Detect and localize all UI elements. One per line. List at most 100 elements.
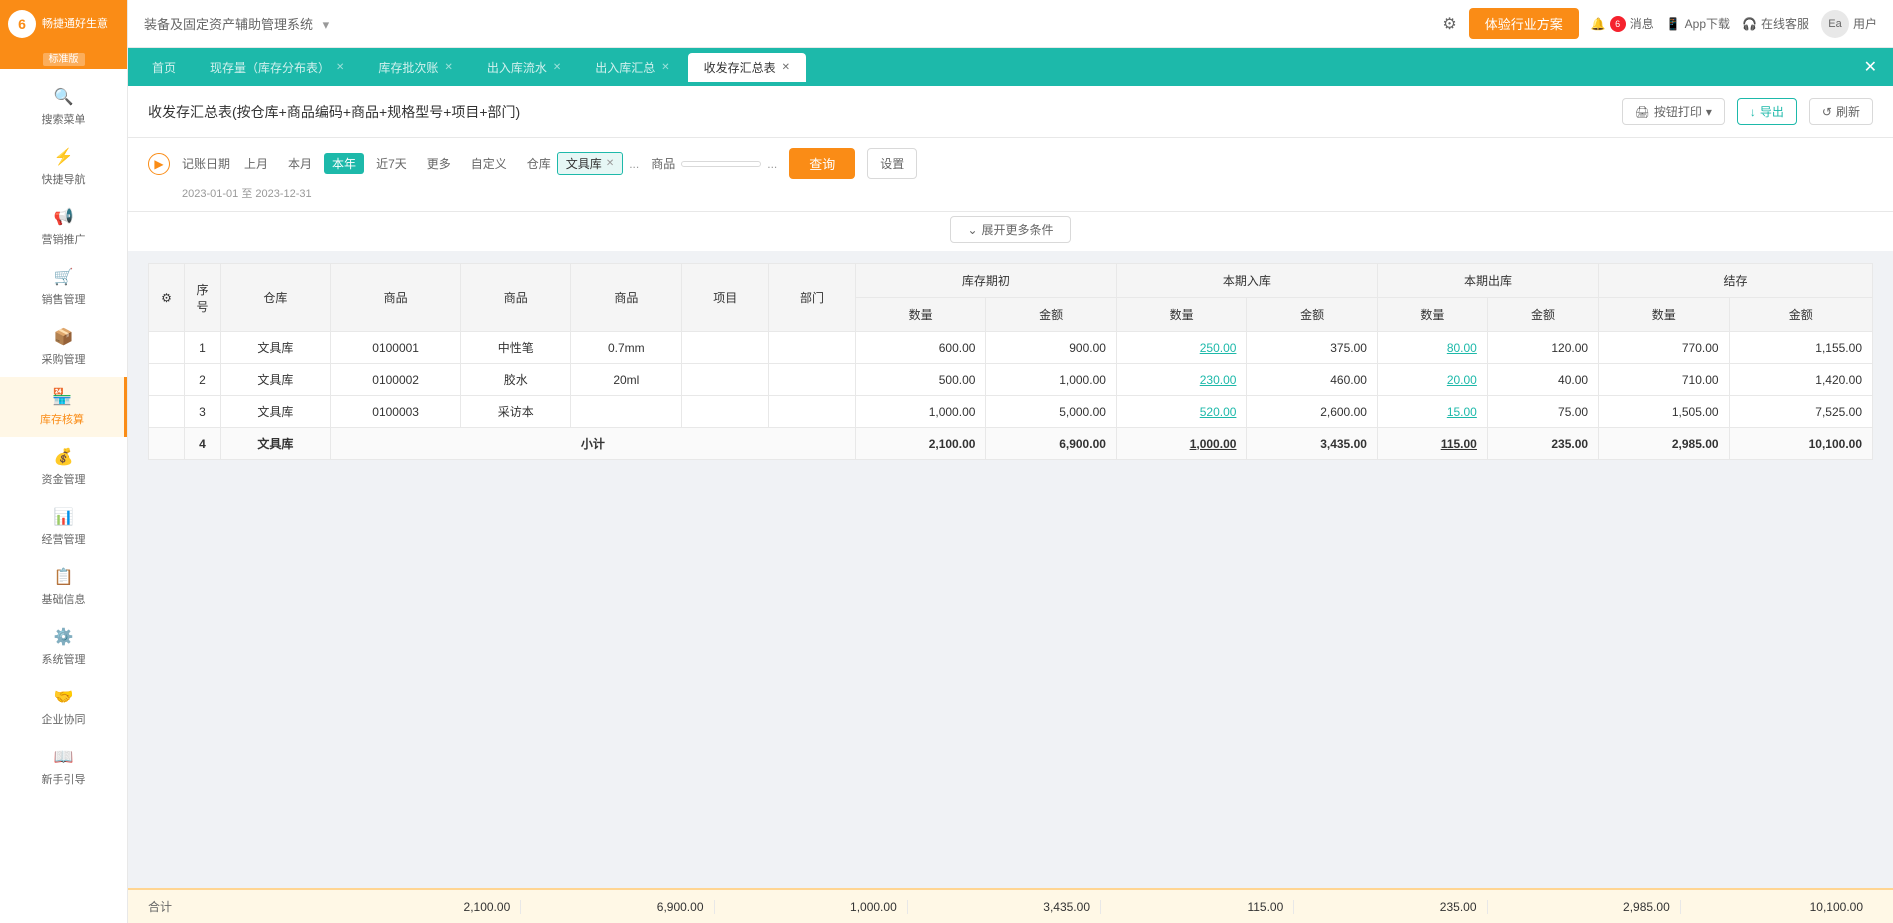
date-label: 记账日期	[182, 155, 230, 172]
sidebar-item-inventory[interactable]: 🏪 库存核算	[0, 377, 127, 437]
cell-in-qty[interactable]: 520.00	[1116, 396, 1247, 428]
warehouse-tag-close[interactable]: ✕	[606, 158, 614, 169]
refresh-icon: ↺	[1822, 105, 1832, 119]
cell-opening-amt: 900.00	[986, 332, 1117, 364]
tab-inout-flow[interactable]: 出入库流水 ✕	[471, 53, 577, 82]
purchase-icon: 📦	[54, 327, 74, 347]
sidebar-item-business[interactable]: 📊 经营管理	[0, 497, 127, 557]
sub-out-amt: 235.00	[1487, 428, 1598, 460]
trial-button[interactable]: 体验行业方案	[1469, 8, 1579, 39]
sidebar-item-sales[interactable]: 🛒 销售管理	[0, 257, 127, 317]
cell-no: 3	[185, 396, 221, 428]
chevron-down-icon: ▾	[1706, 105, 1712, 119]
sub-in-amt: 3,435.00	[1247, 428, 1378, 460]
sidebar-item-label: 快捷导航	[42, 171, 86, 187]
cell-out-qty[interactable]: 20.00	[1377, 364, 1487, 396]
online-service-item[interactable]: 🎧 在线客服	[1742, 15, 1809, 32]
tabbar-close-button[interactable]: ✕	[1856, 57, 1885, 77]
th-out: 本期出库	[1377, 264, 1598, 298]
footer-opening-amt: 6,900.00	[521, 900, 714, 914]
sidebar-item-label: 企业协同	[42, 711, 86, 727]
cell-department	[769, 396, 856, 428]
refresh-button[interactable]: ↺ 刷新	[1809, 98, 1873, 125]
notification-item[interactable]: 🔔 6 6 消息	[1591, 15, 1654, 32]
tab-batch[interactable]: 库存批次账 ✕	[362, 53, 468, 82]
cell-department	[769, 332, 856, 364]
tab-inout-sum-close[interactable]: ✕	[661, 62, 669, 73]
tab-inout-flow-close[interactable]: ✕	[553, 62, 561, 73]
cell-goods-spec: 0.7mm	[571, 332, 682, 364]
cell-warehouse: 文具库	[221, 364, 331, 396]
cell-in-amt: 2,600.00	[1247, 396, 1378, 428]
cell-check[interactable]	[149, 332, 185, 364]
cell-opening-qty: 500.00	[855, 364, 986, 396]
tab-home[interactable]: 首页	[136, 53, 192, 82]
sidebar-item-base[interactable]: 📋 基础信息	[0, 557, 127, 617]
print-button[interactable]: 🖨 按钮打印 ▾	[1622, 98, 1725, 125]
tab-stock-dist[interactable]: 现存量（库存分布表） ✕	[194, 53, 360, 82]
settings-button[interactable]: ⚙	[1442, 14, 1456, 34]
cell-goods-spec: 20ml	[571, 364, 682, 396]
table-settings-icon[interactable]: ⚙	[161, 291, 172, 305]
sub-in-qty[interactable]: 1,000.00	[1116, 428, 1247, 460]
cell-out-amt: 120.00	[1487, 332, 1598, 364]
sidebar-item-purchase[interactable]: 📦 采购管理	[0, 317, 127, 377]
expand-more-button[interactable]: ⌄ 展开更多条件	[950, 216, 1070, 243]
date-btn-more[interactable]: 更多	[419, 153, 459, 174]
guide-icon: 📖	[54, 747, 74, 767]
tab-collect-sum-close[interactable]: ✕	[782, 62, 790, 73]
date-btn-this-month[interactable]: 本月	[280, 153, 320, 174]
user-item[interactable]: Ea 用户	[1821, 10, 1877, 38]
th-no: 序号	[185, 264, 221, 332]
goods-input[interactable]	[681, 161, 761, 167]
tab-collect-sum[interactable]: 收发存汇总表 ✕	[688, 53, 806, 82]
tab-inout-sum[interactable]: 出入库汇总 ✕	[579, 53, 685, 82]
sidebar-item-search[interactable]: 🔍 搜索菜单	[0, 77, 127, 137]
sidebar-item-label: 库存核算	[40, 411, 84, 427]
cell-in-amt: 375.00	[1247, 332, 1378, 364]
filter-settings-button[interactable]: 设置	[867, 148, 917, 179]
sub-balance-amt: 10,100.00	[1729, 428, 1872, 460]
th-settings[interactable]: ⚙	[149, 264, 185, 332]
cell-check[interactable]	[149, 396, 185, 428]
th-goods-code: 商品	[330, 264, 461, 332]
query-button[interactable]: 查询	[789, 148, 855, 179]
sidebar-item-system[interactable]: ⚙️ 系统管理	[0, 617, 127, 677]
cell-in-amt: 460.00	[1247, 364, 1378, 396]
sidebar-item-marketing[interactable]: 📢 营销推广	[0, 197, 127, 257]
cell-check[interactable]	[149, 364, 185, 396]
sidebar-item-finance[interactable]: 💰 资金管理	[0, 437, 127, 497]
main-area: 装备及固定资产辅助管理系统 ▾ ⚙ 体验行业方案 🔔 6 6 消息 📱 App下…	[128, 0, 1893, 923]
date-btn-last-month[interactable]: 上月	[236, 153, 276, 174]
cell-project	[682, 396, 769, 428]
sidebar-item-quick-nav[interactable]: ⚡ 快捷导航	[0, 137, 127, 197]
tab-batch-close[interactable]: ✕	[444, 62, 452, 73]
cell-out-qty[interactable]: 80.00	[1377, 332, 1487, 364]
date-btn-7days[interactable]: 近7天	[368, 153, 415, 174]
avatar: Ea	[1821, 10, 1849, 38]
tab-stock-dist-close[interactable]: ✕	[336, 62, 344, 73]
sidebar-item-guide[interactable]: 📖 新手引导	[0, 737, 127, 797]
warehouse-more[interactable]: ...	[629, 157, 639, 171]
filter-expand-button[interactable]: ▶	[148, 153, 170, 175]
export-button[interactable]: ↓ 导出	[1737, 98, 1797, 125]
cell-out-qty[interactable]: 15.00	[1377, 396, 1487, 428]
sidebar-item-label: 新手引导	[42, 771, 86, 787]
sidebar-item-corp[interactable]: 🤝 企业协同	[0, 677, 127, 737]
cell-opening-amt: 1,000.00	[986, 364, 1117, 396]
sub-out-qty[interactable]: 115.00	[1377, 428, 1487, 460]
cell-warehouse: 文具库	[221, 332, 331, 364]
cell-in-qty[interactable]: 250.00	[1116, 332, 1247, 364]
sub-warehouse: 文具库	[221, 428, 331, 460]
bell-icon: 🔔	[1591, 17, 1606, 31]
cell-in-qty[interactable]: 230.00	[1116, 364, 1247, 396]
sidebar-item-label: 销售管理	[42, 291, 86, 307]
refresh-label: 刷新	[1836, 103, 1860, 120]
topbar: 装备及固定资产辅助管理系统 ▾ ⚙ 体验行业方案 🔔 6 6 消息 📱 App下…	[128, 0, 1893, 48]
goods-more[interactable]: ...	[767, 157, 777, 171]
sidebar-item-label: 搜索菜单	[42, 111, 86, 127]
date-btn-this-year[interactable]: 本年	[324, 153, 364, 174]
date-btn-custom[interactable]: 自定义	[463, 153, 515, 174]
table-row: 1 文具库 0100001 中性笔 0.7mm 600.00 900.00 25…	[149, 332, 1873, 364]
app-download-item[interactable]: 📱 App下载	[1666, 15, 1730, 32]
